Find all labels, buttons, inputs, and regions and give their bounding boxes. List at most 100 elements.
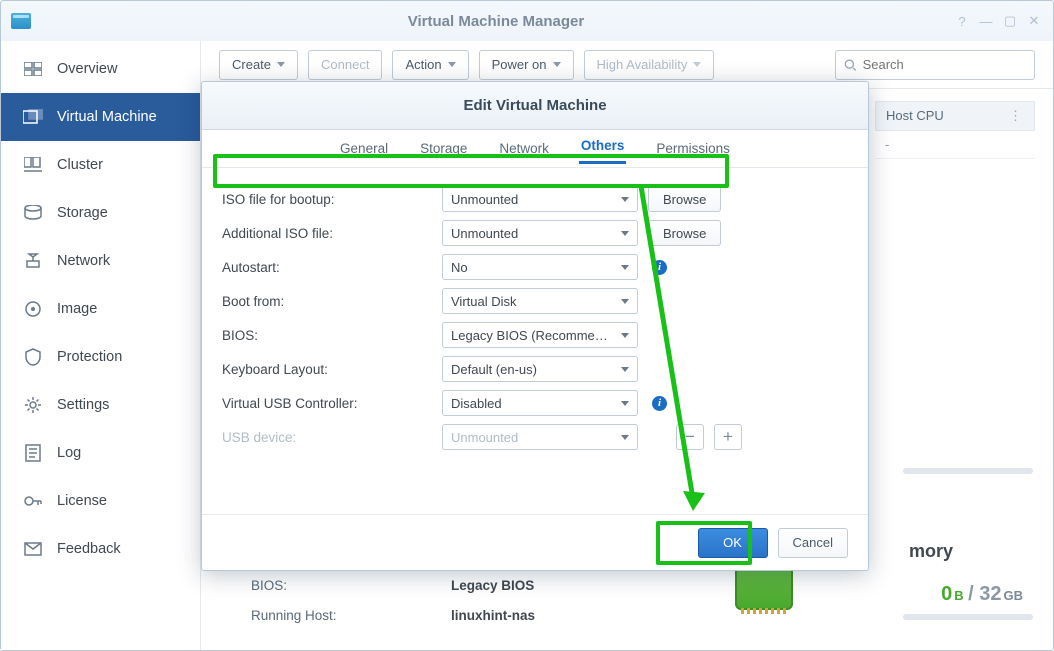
add-button[interactable]: + — [714, 424, 742, 450]
modal-title: Edit Virtual Machine — [202, 82, 868, 130]
chevron-down-icon — [621, 333, 629, 338]
field-label: Boot from: — [222, 294, 432, 309]
sidebar: Overview Virtual Machine Cluster Storage… — [1, 41, 201, 650]
close-icon[interactable]: ✕ — [1025, 14, 1043, 28]
sidebar-item-log[interactable]: Log — [1, 429, 200, 477]
create-button[interactable]: Create — [219, 50, 298, 80]
sidebar-item-settings[interactable]: Settings — [1, 381, 200, 429]
ok-button[interactable]: OK — [698, 528, 768, 558]
usage-bar — [903, 614, 1033, 620]
right-panel: Host CPU⋮ - — [875, 101, 1035, 159]
table-row: - — [875, 131, 1035, 159]
log-icon — [23, 444, 43, 462]
key-icon — [23, 492, 43, 510]
detail-value: linuxhint-nas — [451, 608, 535, 623]
browse-button[interactable]: Browse — [648, 186, 721, 212]
cancel-button[interactable]: Cancel — [778, 528, 848, 558]
storage-icon — [23, 204, 43, 222]
field-label: USB device: — [222, 430, 432, 445]
sidebar-item-label: Feedback — [57, 541, 121, 557]
sidebar-item-label: Settings — [57, 397, 109, 413]
maximize-icon[interactable]: ▢ — [1001, 14, 1019, 28]
bios-select[interactable]: Legacy BIOS (Recommended) — [442, 322, 638, 348]
chevron-down-icon — [621, 197, 629, 202]
sidebar-item-label: Storage — [57, 205, 108, 221]
details: BIOS:Legacy BIOS Running Host:linuxhint-… — [251, 570, 535, 630]
sidebar-item-label: License — [57, 493, 107, 509]
vm-icon — [23, 108, 43, 126]
chevron-down-icon — [448, 62, 456, 67]
field-label: BIOS: — [222, 328, 432, 343]
sidebar-item-label: Virtual Machine — [57, 109, 157, 125]
sidebar-item-image[interactable]: Image — [1, 285, 200, 333]
sidebar-item-label: Cluster — [57, 157, 103, 173]
chevron-down-icon — [693, 62, 701, 67]
keyboard-select[interactable]: Default (en-us) — [442, 356, 638, 382]
gear-icon — [23, 396, 43, 414]
tab-storage[interactable]: Storage — [418, 137, 469, 160]
edit-vm-modal: Edit Virtual Machine General Storage Net… — [201, 81, 869, 571]
sidebar-item-feedback[interactable]: Feedback — [1, 525, 200, 573]
poweron-button[interactable]: Power on — [479, 50, 574, 80]
column-header[interactable]: Host CPU⋮ — [875, 101, 1035, 131]
sidebar-item-cluster[interactable]: Cluster — [1, 141, 200, 189]
info-icon[interactable]: i — [652, 396, 667, 411]
field-label: Virtual USB Controller: — [222, 396, 432, 411]
help-icon[interactable]: ? — [953, 14, 971, 28]
chevron-down-icon — [621, 367, 629, 372]
tab-network[interactable]: Network — [497, 137, 551, 160]
browse-button[interactable]: Browse — [648, 220, 721, 246]
ha-button[interactable]: High Availability — [584, 50, 715, 80]
modal-tabs: General Storage Network Others Permissio… — [202, 130, 868, 168]
sidebar-item-label: Image — [57, 301, 97, 317]
chevron-down-icon — [621, 265, 629, 270]
minimize-icon[interactable]: — — [977, 14, 995, 28]
sidebar-item-label: Overview — [57, 61, 117, 77]
usb-controller-select[interactable]: Disabled — [442, 390, 638, 416]
chevron-down-icon — [621, 401, 629, 406]
autostart-select[interactable]: No — [442, 254, 638, 280]
sidebar-item-label: Protection — [57, 349, 122, 365]
info-icon[interactable]: i — [652, 260, 667, 275]
remove-button[interactable]: − — [676, 424, 704, 450]
iso-boot-select[interactable]: Unmounted — [442, 186, 638, 212]
chevron-down-icon — [621, 299, 629, 304]
app-icon — [11, 13, 31, 29]
detail-value: Legacy BIOS — [451, 578, 534, 593]
tab-others[interactable]: Others — [579, 134, 627, 164]
menu-dots-icon[interactable]: ⋮ — [1009, 108, 1024, 124]
app-window: Virtual Machine Manager ? — ▢ ✕ Overview… — [0, 0, 1054, 651]
sidebar-item-license[interactable]: License — [1, 477, 200, 525]
search-icon — [844, 58, 857, 72]
tab-general[interactable]: General — [338, 137, 390, 160]
sidebar-item-protection[interactable]: Protection — [1, 333, 200, 381]
image-icon — [23, 300, 43, 318]
field-label: Autostart: — [222, 260, 432, 275]
cluster-icon — [23, 156, 43, 174]
sidebar-item-network[interactable]: Network — [1, 237, 200, 285]
network-icon — [23, 252, 43, 270]
usb-device-select: Unmounted — [442, 424, 638, 450]
connect-button[interactable]: Connect — [308, 50, 382, 80]
titlebar: Virtual Machine Manager ? — ▢ ✕ — [1, 1, 1053, 41]
tab-permissions[interactable]: Permissions — [654, 137, 732, 160]
memory-label: mory — [909, 541, 953, 562]
sidebar-item-overview[interactable]: Overview — [1, 45, 200, 93]
search-input[interactable] — [835, 50, 1035, 80]
sidebar-item-label: Network — [57, 253, 110, 269]
bootfrom-select[interactable]: Virtual Disk — [442, 288, 638, 314]
usage-bar — [903, 468, 1033, 474]
modal-form: ISO file for bootup: Unmounted Browse Ad… — [202, 168, 868, 514]
sidebar-item-vm[interactable]: Virtual Machine — [1, 93, 200, 141]
modal-footer: OK Cancel — [202, 514, 868, 570]
iso-add-select[interactable]: Unmounted — [442, 220, 638, 246]
detail-label: BIOS: — [251, 578, 411, 593]
chevron-down-icon — [553, 62, 561, 67]
sidebar-item-storage[interactable]: Storage — [1, 189, 200, 237]
mail-icon — [23, 540, 43, 558]
memory-value: 0B / 32GB — [941, 583, 1023, 606]
action-button[interactable]: Action — [392, 50, 468, 80]
window-buttons: ? — ▢ ✕ — [953, 14, 1043, 28]
field-label: Additional ISO file: — [222, 226, 432, 241]
overview-icon — [23, 60, 43, 78]
